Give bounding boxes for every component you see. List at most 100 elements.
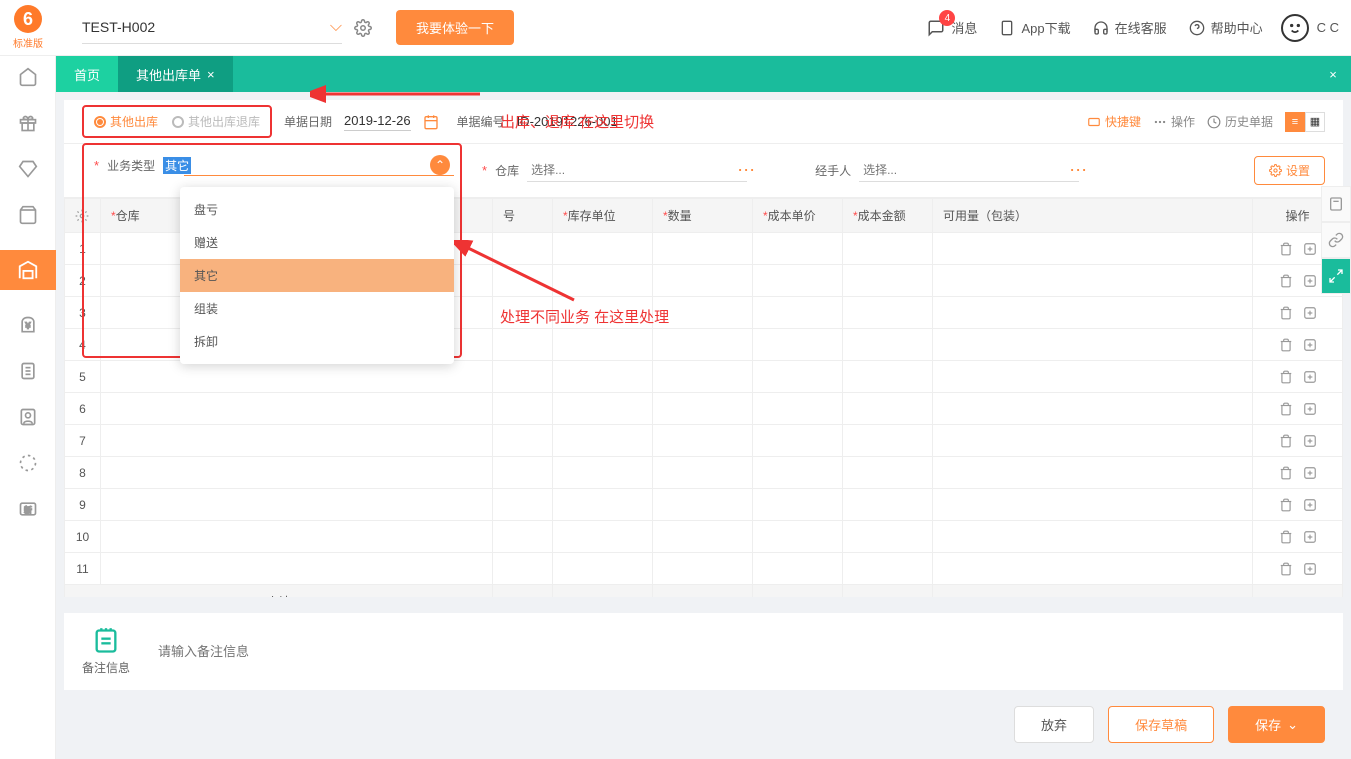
help-center-link[interactable]: 帮助中心 bbox=[1189, 18, 1263, 37]
delete-icon[interactable] bbox=[1279, 530, 1293, 544]
quick-note-icon[interactable] bbox=[1321, 186, 1351, 222]
table-row[interactable]: 10 bbox=[65, 521, 1343, 553]
subtotal-row: 小计 0.00 0.00 bbox=[65, 585, 1343, 598]
biztype-option[interactable]: 盘亏 bbox=[180, 193, 454, 226]
view-list-icon[interactable]: ≡ bbox=[1285, 112, 1305, 132]
table-row[interactable]: 8 bbox=[65, 457, 1343, 489]
rail-diamond-icon[interactable] bbox=[17, 158, 39, 180]
add-row-icon[interactable] bbox=[1303, 434, 1317, 448]
biztype-value[interactable]: 其它 bbox=[163, 157, 191, 174]
view-grid-icon[interactable]: ▦ bbox=[1305, 112, 1325, 132]
delete-icon[interactable] bbox=[1279, 242, 1293, 256]
rail-loading-icon[interactable] bbox=[17, 452, 39, 474]
logo[interactable]: 6 标准版 bbox=[0, 0, 56, 55]
radio-other-out[interactable]: 其他出库 bbox=[94, 113, 158, 130]
rail-clipboard-icon[interactable] bbox=[17, 360, 39, 382]
row-index: 11 bbox=[65, 553, 101, 585]
add-row-icon[interactable] bbox=[1303, 306, 1317, 320]
settings-button[interactable]: 设置 bbox=[1254, 156, 1325, 185]
delete-icon[interactable] bbox=[1279, 562, 1293, 576]
add-row-icon[interactable] bbox=[1303, 338, 1317, 352]
chevron-up-icon[interactable]: ⌃ bbox=[430, 155, 450, 175]
col-config-header[interactable] bbox=[65, 199, 101, 233]
biztype-option[interactable]: 拆卸 bbox=[180, 325, 454, 358]
bill-date-value[interactable]: 2019-12-26 bbox=[344, 113, 411, 131]
row-index: 10 bbox=[65, 521, 101, 553]
biztype-option[interactable]: 赠送 bbox=[180, 226, 454, 259]
rail-contacts-icon[interactable] bbox=[17, 406, 39, 428]
more-icon[interactable]: ⋯ bbox=[737, 160, 755, 181]
online-service-link[interactable]: 在线客服 bbox=[1093, 18, 1167, 37]
delete-icon[interactable] bbox=[1279, 306, 1293, 320]
table-row[interactable]: 6 bbox=[65, 393, 1343, 425]
add-row-icon[interactable] bbox=[1303, 274, 1317, 288]
messages-link[interactable]: 4 消息 bbox=[927, 18, 977, 37]
add-row-icon[interactable] bbox=[1303, 562, 1317, 576]
chevron-down-icon[interactable]: ⌵ bbox=[330, 18, 342, 36]
col-avail-header: 可用量（包装） bbox=[933, 199, 1253, 233]
tab-close-all[interactable]: × bbox=[1315, 56, 1351, 92]
filters-row: * 业务类型 其它 ⌃ 盘亏赠送其它组装拆卸 * 仓库 ⋯ 经手人 bbox=[64, 144, 1343, 198]
table-row[interactable]: 11 bbox=[65, 553, 1343, 585]
svg-text:新: 新 bbox=[24, 504, 32, 514]
add-row-icon[interactable] bbox=[1303, 466, 1317, 480]
handler-select[interactable] bbox=[859, 159, 1079, 182]
delete-icon[interactable] bbox=[1279, 498, 1293, 512]
operate-action[interactable]: 操作 bbox=[1153, 113, 1195, 130]
delete-icon[interactable] bbox=[1279, 370, 1293, 384]
bill-date-label: 单据日期 bbox=[284, 113, 332, 130]
more-icon[interactable]: ⋯ bbox=[1069, 160, 1087, 181]
doc-toolbar: 其他出库 其他出库退库 单据日期 2019-12-26 单据编号 ID-2019… bbox=[64, 100, 1343, 144]
org-select[interactable]: ⌵ bbox=[82, 12, 342, 44]
try-button[interactable]: 我要体验一下 bbox=[396, 10, 514, 45]
arrow-icon bbox=[310, 82, 490, 106]
tab-home[interactable]: 首页 bbox=[56, 56, 118, 92]
add-row-icon[interactable] bbox=[1303, 370, 1317, 384]
warehouse-select[interactable] bbox=[527, 159, 747, 182]
delete-icon[interactable] bbox=[1279, 434, 1293, 448]
rail-new-icon[interactable]: 新 bbox=[17, 498, 39, 520]
avatar[interactable] bbox=[1281, 14, 1309, 42]
rail-money-icon[interactable]: ¥ bbox=[17, 314, 39, 336]
warehouse-label: 仓库 bbox=[495, 162, 519, 179]
gear-icon[interactable] bbox=[354, 19, 372, 37]
table-row[interactable]: 7 bbox=[65, 425, 1343, 457]
table-row[interactable]: 5 bbox=[65, 361, 1343, 393]
rail-home-icon[interactable] bbox=[17, 66, 39, 88]
add-row-icon[interactable] bbox=[1303, 498, 1317, 512]
delete-icon[interactable] bbox=[1279, 402, 1293, 416]
biztype-option[interactable]: 组装 bbox=[180, 292, 454, 325]
shortcut-action[interactable]: 快捷键 bbox=[1087, 113, 1141, 130]
close-icon[interactable]: × bbox=[207, 67, 215, 82]
biztype-option[interactable]: 其它 bbox=[180, 259, 454, 292]
quick-expand-icon[interactable] bbox=[1321, 258, 1351, 294]
username[interactable]: C C bbox=[1317, 20, 1339, 35]
col-qty-header: *数量 bbox=[653, 199, 753, 233]
row-index: 8 bbox=[65, 457, 101, 489]
org-select-input[interactable] bbox=[82, 19, 330, 35]
remarks-icon-block: 备注信息 bbox=[82, 627, 130, 676]
delete-icon[interactable] bbox=[1279, 338, 1293, 352]
rail-warehouse-icon[interactable] bbox=[0, 250, 56, 290]
radio-other-out-return[interactable]: 其他出库退库 bbox=[172, 113, 260, 130]
add-row-icon[interactable] bbox=[1303, 530, 1317, 544]
remarks-input[interactable] bbox=[158, 644, 1325, 659]
delete-icon[interactable] bbox=[1279, 466, 1293, 480]
add-row-icon[interactable] bbox=[1303, 242, 1317, 256]
arrow-icon bbox=[454, 240, 584, 310]
discard-button[interactable]: 放弃 bbox=[1014, 706, 1094, 743]
calendar-icon[interactable] bbox=[423, 114, 439, 130]
rail-bag-icon[interactable] bbox=[17, 204, 39, 226]
tab-active[interactable]: 其他出库单 × bbox=[118, 56, 233, 92]
delete-icon[interactable] bbox=[1279, 274, 1293, 288]
quick-link-icon[interactable] bbox=[1321, 222, 1351, 258]
row-index: 5 bbox=[65, 361, 101, 393]
history-action[interactable]: 历史单据 bbox=[1207, 113, 1273, 130]
app-download-link[interactable]: App下载 bbox=[999, 18, 1070, 37]
save-draft-button[interactable]: 保存草稿 bbox=[1108, 706, 1214, 743]
table-row[interactable]: 9 bbox=[65, 489, 1343, 521]
messages-label: 消息 bbox=[951, 18, 977, 37]
rail-gift-icon[interactable] bbox=[17, 112, 39, 134]
save-button[interactable]: 保存 ⌄ bbox=[1228, 706, 1325, 743]
add-row-icon[interactable] bbox=[1303, 402, 1317, 416]
